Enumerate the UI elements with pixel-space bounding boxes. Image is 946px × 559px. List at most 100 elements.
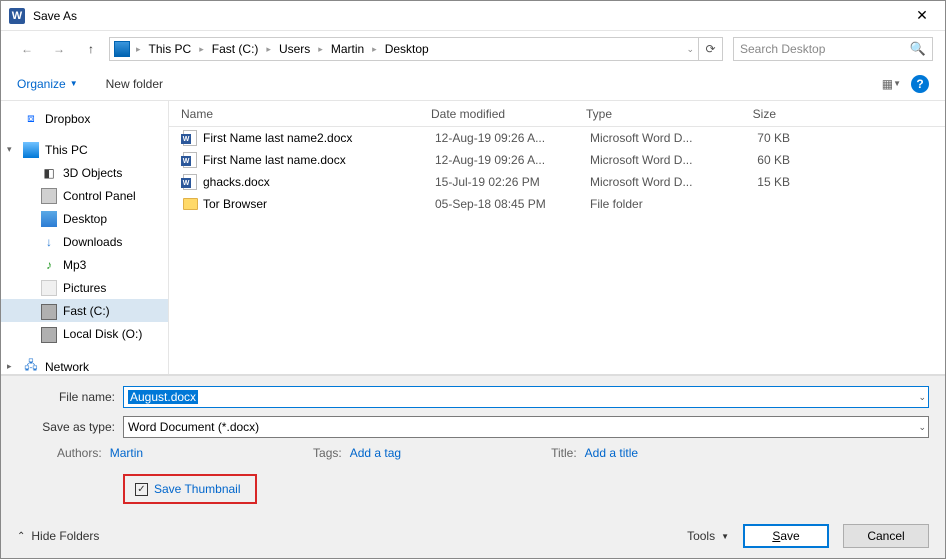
- search-icon: 🔍: [910, 41, 926, 57]
- col-name[interactable]: Name: [181, 107, 431, 121]
- tree-item-control-panel[interactable]: Control Panel: [1, 184, 168, 207]
- nav-back-button[interactable]: ←: [13, 35, 41, 63]
- window-close-button[interactable]: ✕: [899, 1, 945, 31]
- refresh-button[interactable]: ⟳: [699, 37, 723, 61]
- chevron-up-icon: ⌃: [17, 531, 25, 542]
- refresh-icon: ⟳: [705, 42, 715, 56]
- authors-field[interactable]: Martin: [110, 446, 143, 460]
- col-size[interactable]: Size: [706, 107, 796, 121]
- tree-item-label: Mp3: [63, 258, 86, 272]
- nav-row: ← → ↑ ▸ This PC ▸ Fast (C:) ▸ Users ▸ Ma…: [1, 31, 945, 67]
- file-row[interactable]: First Name last name2.docx12-Aug-19 09:2…: [169, 127, 945, 149]
- tree-item-label: Network: [45, 360, 89, 374]
- file-rows: First Name last name2.docx12-Aug-19 09:2…: [169, 127, 945, 374]
- file-date: 05-Sep-18 08:45 PM: [435, 197, 590, 211]
- tree-expander-icon[interactable]: ▸: [7, 361, 12, 372]
- mp3-icon: ♪: [41, 257, 57, 273]
- file-list: Name Date modified Type Size First Name …: [169, 101, 945, 374]
- save-thumbnail-checkbox[interactable]: ✓: [135, 483, 148, 496]
- ctrl-icon: [41, 188, 57, 204]
- search-input[interactable]: Search Desktop 🔍: [733, 37, 933, 61]
- save-label: Save: [772, 529, 799, 543]
- save-form: File name: August.docx ⌄ Save as type: W…: [1, 375, 945, 514]
- tags-field[interactable]: Add a tag: [350, 446, 401, 460]
- filename-input[interactable]: August.docx ⌄: [123, 386, 929, 408]
- tree-item-pictures[interactable]: Pictures: [1, 276, 168, 299]
- chevron-down-icon[interactable]: ⌄: [918, 392, 926, 403]
- close-icon: ✕: [916, 7, 928, 24]
- 3d-icon: ◧: [41, 165, 57, 181]
- tree-item-desktop[interactable]: Desktop: [1, 207, 168, 230]
- tools-label: Tools: [687, 529, 715, 543]
- breadcrumb-item[interactable]: This PC: [143, 38, 198, 60]
- word-doc-icon: [181, 130, 199, 146]
- window-title: Save As: [33, 9, 77, 23]
- pic-icon: [41, 280, 57, 296]
- col-type[interactable]: Type: [586, 107, 706, 121]
- tree-item-label: Pictures: [63, 281, 106, 295]
- file-name: Tor Browser: [203, 197, 435, 211]
- breadcrumb-item[interactable]: Fast (C:): [206, 38, 265, 60]
- chevron-down-icon: ▼: [70, 79, 78, 88]
- tree-item-mp3[interactable]: ♪ Mp3: [1, 253, 168, 276]
- tree-item-this-pc[interactable]: ▾ This PC: [1, 138, 168, 161]
- nav-up-button[interactable]: ↑: [77, 35, 105, 63]
- tree-item-label: This PC: [45, 143, 88, 157]
- tree-item-label: Control Panel: [63, 189, 136, 203]
- tree-item-downloads[interactable]: ↓Downloads: [1, 230, 168, 253]
- tree-item-3d-objects[interactable]: ◧3D Objects: [1, 161, 168, 184]
- tree-item-dropbox[interactable]: ⧈Dropbox: [1, 107, 168, 130]
- tree-item-local-disk-o-[interactable]: Local Disk (O:): [1, 322, 168, 345]
- chevron-down-icon: ▼: [721, 532, 729, 541]
- file-type: Microsoft Word D...: [590, 131, 710, 145]
- cancel-button[interactable]: Cancel: [843, 524, 929, 548]
- tree-item-network[interactable]: ▸🖧Network: [1, 355, 168, 374]
- tree-item-fast-c-[interactable]: Fast (C:): [1, 299, 168, 322]
- file-date: 12-Aug-19 09:26 A...: [435, 131, 590, 145]
- save-thumbnail-highlight: ✓ Save Thumbnail: [123, 474, 257, 504]
- disk-icon: [41, 327, 57, 343]
- file-size: 70 KB: [710, 131, 790, 145]
- chevron-down-icon[interactable]: ⌄: [686, 44, 694, 55]
- word-app-icon: W: [9, 8, 25, 24]
- save-button[interactable]: Save: [743, 524, 829, 548]
- authors-label: Authors:: [57, 446, 102, 460]
- chevron-right-icon: ▸: [197, 44, 206, 55]
- breadcrumb-item[interactable]: Desktop: [379, 38, 435, 60]
- file-row[interactable]: ghacks.docx15-Jul-19 02:26 PMMicrosoft W…: [169, 171, 945, 193]
- file-row[interactable]: Tor Browser05-Sep-18 08:45 PMFile folder: [169, 193, 945, 215]
- title-field[interactable]: Add a title: [585, 446, 638, 460]
- folder-icon: [181, 196, 199, 212]
- arrow-right-icon: →: [53, 42, 65, 56]
- file-type: Microsoft Word D...: [590, 175, 710, 189]
- main-area: ⧈Dropbox ▾ This PC ◧3D Objects Control Panel…: [1, 101, 945, 375]
- new-folder-button[interactable]: New folder: [106, 77, 163, 91]
- breadcrumb-item[interactable]: Martin: [325, 38, 370, 60]
- view-options-button[interactable]: ▦ ▼: [882, 77, 901, 91]
- tree-expander-icon[interactable]: ▾: [7, 144, 12, 155]
- file-name: First Name last name.docx: [203, 153, 435, 167]
- col-date[interactable]: Date modified: [431, 107, 586, 121]
- chevron-right-icon: ▸: [316, 44, 325, 55]
- folder-tree: ⧈Dropbox ▾ This PC ◧3D Objects Control Panel…: [1, 101, 169, 374]
- tree-item-label: Downloads: [63, 235, 122, 249]
- hide-folders-button[interactable]: ⌃ Hide Folders: [17, 529, 99, 543]
- organize-menu[interactable]: Organize ▼: [17, 77, 78, 91]
- tools-menu[interactable]: Tools ▼: [687, 529, 729, 543]
- file-size: 15 KB: [710, 175, 790, 189]
- pc-icon: [114, 41, 130, 57]
- save-thumbnail-label[interactable]: Save Thumbnail: [154, 482, 241, 496]
- breadcrumb-bar[interactable]: ▸ This PC ▸ Fast (C:) ▸ Users ▸ Martin ▸…: [109, 37, 699, 61]
- breadcrumb-item[interactable]: Users: [273, 38, 316, 60]
- column-headers: Name Date modified Type Size: [169, 101, 945, 127]
- saveastype-select[interactable]: Word Document (*.docx) ⌄: [123, 416, 929, 438]
- tags-label: Tags:: [313, 446, 342, 460]
- chevron-down-icon[interactable]: ⌄: [918, 422, 926, 433]
- nav-forward-button[interactable]: →: [45, 35, 73, 63]
- file-row[interactable]: First Name last name.docx12-Aug-19 09:26…: [169, 149, 945, 171]
- file-name: First Name last name2.docx: [203, 131, 435, 145]
- file-name: ghacks.docx: [203, 175, 435, 189]
- help-button[interactable]: ?: [911, 75, 929, 93]
- file-size: 60 KB: [710, 153, 790, 167]
- file-type: File folder: [590, 197, 710, 211]
